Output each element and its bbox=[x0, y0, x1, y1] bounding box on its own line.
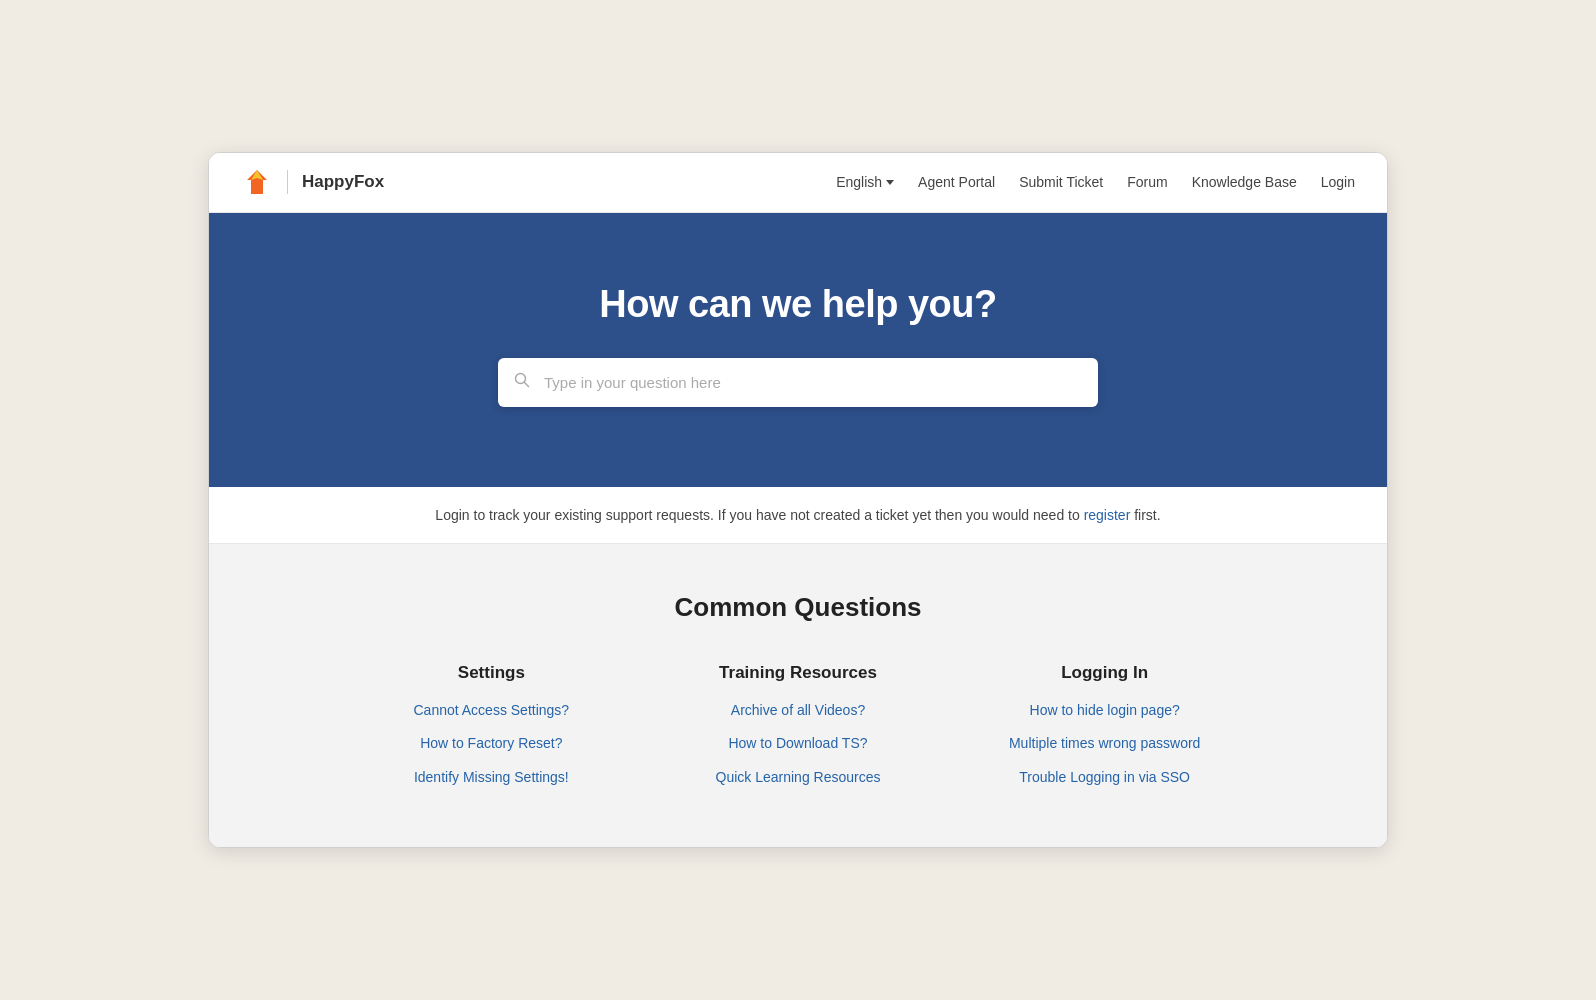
hero-title: How can we help you? bbox=[241, 283, 1355, 326]
login-banner: Login to track your existing support req… bbox=[209, 487, 1387, 544]
agent-portal-link[interactable]: Agent Portal bbox=[918, 174, 995, 190]
list-item: Quick Learning Resources bbox=[655, 768, 942, 788]
browser-window: HappyFox English Agent Portal Submit Tic… bbox=[208, 152, 1388, 849]
knowledge-base-link[interactable]: Knowledge Base bbox=[1192, 174, 1297, 190]
settings-column: Settings Cannot Access Settings? How to … bbox=[348, 663, 635, 788]
hero-section: How can we help you? bbox=[209, 213, 1387, 487]
logging-in-links: How to hide login page? Multiple times w… bbox=[961, 701, 1248, 788]
questions-grid: Settings Cannot Access Settings? How to … bbox=[348, 663, 1248, 788]
training-links: Archive of all Videos? How to Download T… bbox=[655, 701, 942, 788]
logging-in-column: Logging In How to hide login page? Multi… bbox=[961, 663, 1248, 788]
factory-reset-link[interactable]: How to Factory Reset? bbox=[420, 735, 562, 751]
archive-videos-link[interactable]: Archive of all Videos? bbox=[731, 702, 865, 718]
knowledge-base-nav-item[interactable]: Knowledge Base bbox=[1192, 173, 1297, 191]
settings-column-title: Settings bbox=[348, 663, 635, 683]
logo-icon bbox=[241, 166, 273, 198]
submit-ticket-nav-item[interactable]: Submit Ticket bbox=[1019, 173, 1103, 191]
chevron-down-icon bbox=[886, 180, 894, 185]
cannot-access-settings-link[interactable]: Cannot Access Settings? bbox=[414, 702, 570, 718]
svg-line-4 bbox=[525, 383, 529, 387]
forum-nav-item[interactable]: Forum bbox=[1127, 173, 1167, 191]
common-questions-section: Common Questions Settings Cannot Access … bbox=[209, 544, 1387, 848]
login-link[interactable]: Login bbox=[1321, 174, 1355, 190]
brand-divider bbox=[287, 170, 288, 194]
list-item: How to Download TS? bbox=[655, 734, 942, 754]
list-item: Identify Missing Settings! bbox=[348, 768, 635, 788]
trouble-logging-sso-link[interactable]: Trouble Logging in via SSO bbox=[1019, 769, 1190, 785]
brand-name: HappyFox bbox=[302, 172, 384, 192]
section-title: Common Questions bbox=[241, 592, 1355, 623]
quick-learning-resources-link[interactable]: Quick Learning Resources bbox=[716, 769, 881, 785]
list-item: Trouble Logging in via SSO bbox=[961, 768, 1248, 788]
list-item: Archive of all Videos? bbox=[655, 701, 942, 721]
navbar-nav: English Agent Portal Submit Ticket Forum… bbox=[836, 173, 1355, 191]
download-ts-link[interactable]: How to Download TS? bbox=[728, 735, 867, 751]
search-icon bbox=[514, 372, 530, 392]
list-item: Multiple times wrong password bbox=[961, 734, 1248, 754]
list-item: How to hide login page? bbox=[961, 701, 1248, 721]
hide-login-page-link[interactable]: How to hide login page? bbox=[1030, 702, 1180, 718]
login-nav-item[interactable]: Login bbox=[1321, 173, 1355, 191]
settings-links: Cannot Access Settings? How to Factory R… bbox=[348, 701, 635, 788]
login-banner-text-after: first. bbox=[1134, 507, 1160, 523]
brand: HappyFox bbox=[241, 166, 384, 198]
training-resources-column-title: Training Resources bbox=[655, 663, 942, 683]
list-item: Cannot Access Settings? bbox=[348, 701, 635, 721]
register-link[interactable]: register bbox=[1084, 507, 1131, 523]
search-container bbox=[498, 358, 1098, 407]
login-banner-text-before: Login to track your existing support req… bbox=[435, 507, 1079, 523]
navbar: HappyFox English Agent Portal Submit Tic… bbox=[209, 153, 1387, 213]
search-input[interactable] bbox=[498, 358, 1098, 407]
forum-link[interactable]: Forum bbox=[1127, 174, 1167, 190]
lang-selector[interactable]: English bbox=[836, 174, 894, 190]
agent-portal-nav-item[interactable]: Agent Portal bbox=[918, 173, 995, 191]
submit-ticket-link[interactable]: Submit Ticket bbox=[1019, 174, 1103, 190]
logging-in-column-title: Logging In bbox=[961, 663, 1248, 683]
missing-settings-link[interactable]: Identify Missing Settings! bbox=[414, 769, 569, 785]
multiple-wrong-password-link[interactable]: Multiple times wrong password bbox=[1009, 735, 1200, 751]
list-item: How to Factory Reset? bbox=[348, 734, 635, 754]
training-resources-column: Training Resources Archive of all Videos… bbox=[655, 663, 942, 788]
